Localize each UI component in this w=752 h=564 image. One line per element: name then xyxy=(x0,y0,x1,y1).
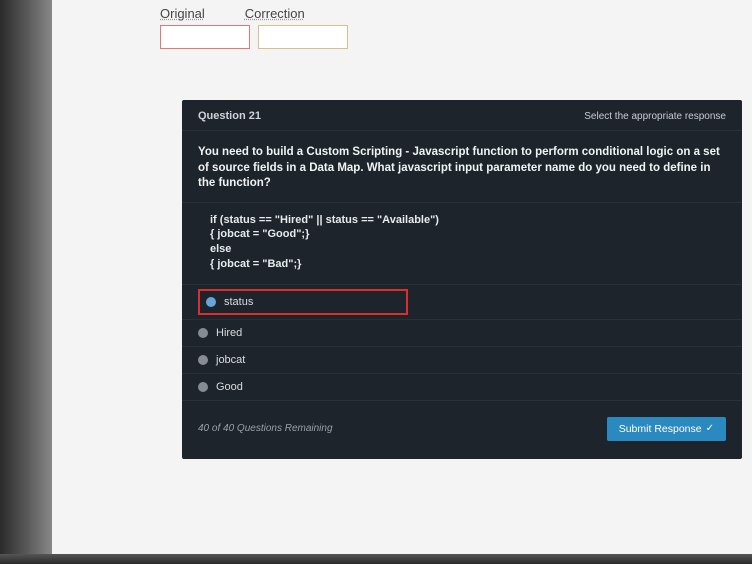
radio-icon xyxy=(198,382,208,392)
option-label: jobcat xyxy=(216,354,245,366)
option-status[interactable]: status xyxy=(198,289,408,315)
original-label: Original xyxy=(160,6,205,21)
submit-label: Submit Response xyxy=(619,423,702,435)
quiz-footer: 40 of 40 Questions Remaining Submit Resp… xyxy=(182,401,742,445)
question-text: You need to build a Custom Scripting - J… xyxy=(182,131,742,203)
option-jobcat[interactable]: jobcat xyxy=(182,347,742,374)
questions-remaining: 40 of 40 Questions Remaining xyxy=(198,423,333,434)
radio-icon xyxy=(198,328,208,338)
radio-icon xyxy=(206,297,216,307)
quiz-card: Question 21 Select the appropriate respo… xyxy=(182,100,742,459)
code-block: if (status == "Hired" || status == "Avai… xyxy=(182,203,742,285)
option-label: Good xyxy=(216,381,243,393)
option-hired[interactable]: Hired xyxy=(182,320,742,347)
option-label: Hired xyxy=(216,327,242,339)
comparison-swatches xyxy=(52,21,752,49)
original-swatch[interactable] xyxy=(160,25,250,49)
correction-label: Correction xyxy=(245,6,305,21)
question-number: Question 21 xyxy=(198,110,261,122)
monitor-bezel-left xyxy=(0,0,52,564)
radio-icon xyxy=(198,355,208,365)
comparison-labels: Original Correction xyxy=(52,0,752,21)
page-container: Original Correction Question 21 Select t… xyxy=(52,0,752,560)
quiz-header: Question 21 Select the appropriate respo… xyxy=(182,100,742,131)
quiz-instruction: Select the appropriate response xyxy=(584,111,726,122)
submit-response-button[interactable]: Submit Response ✓ xyxy=(607,417,726,441)
option-good[interactable]: Good xyxy=(182,374,742,401)
option-row-wrap: status xyxy=(182,285,742,320)
correction-swatch[interactable] xyxy=(258,25,348,49)
option-label: status xyxy=(224,296,253,308)
monitor-bezel-bottom xyxy=(0,554,752,564)
check-icon: ✓ xyxy=(706,423,714,434)
